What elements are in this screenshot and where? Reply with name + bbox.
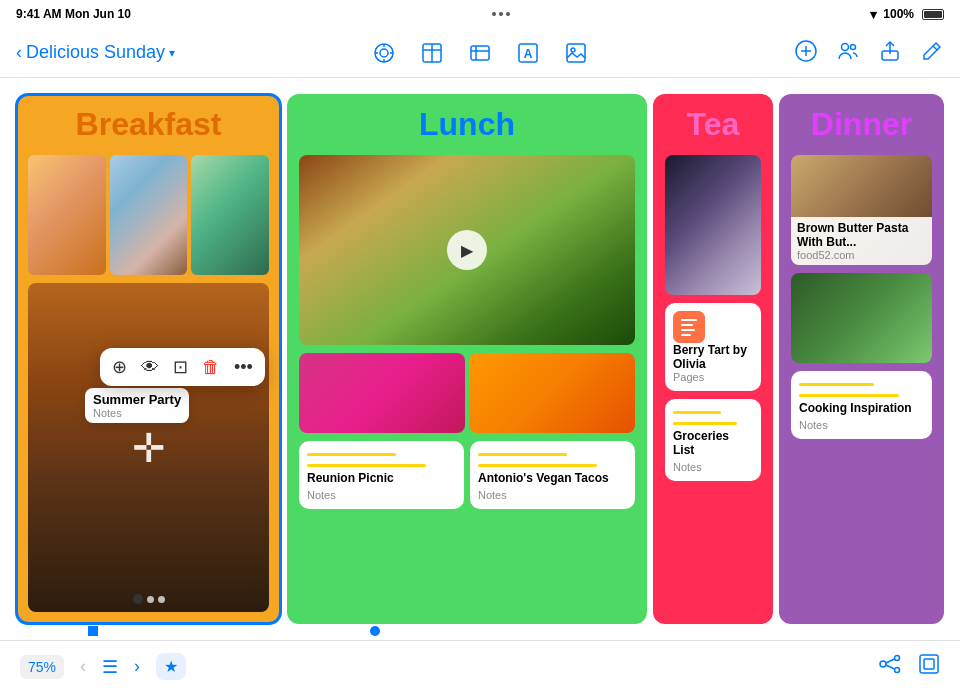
- grapes-image: [191, 155, 269, 275]
- bottom-left-controls: 75% ‹ ☰ › ★: [20, 652, 186, 681]
- ctx-copy-icon[interactable]: ⊡: [173, 356, 188, 378]
- ctx-more-icon[interactable]: •••: [234, 357, 253, 378]
- cooking-inspiration-card[interactable]: Cooking Inspiration Notes: [791, 371, 932, 439]
- tea-header: Tea: [665, 106, 761, 143]
- lunch-cards-row: Reunion Picnic Notes Antonio's Vegan Tac…: [299, 441, 635, 509]
- video-play-button[interactable]: ▶: [447, 230, 487, 270]
- zoom-level[interactable]: 75%: [20, 655, 64, 679]
- svg-point-1: [380, 49, 388, 57]
- svg-line-22: [933, 46, 937, 50]
- breakfast-images-row: [28, 155, 269, 275]
- pages-icon: [673, 311, 705, 343]
- tea-main-image: [665, 155, 761, 295]
- nav-next-button[interactable]: ›: [130, 652, 144, 681]
- salad-image: [791, 273, 932, 363]
- wifi-icon: ▾: [870, 7, 877, 22]
- list-view-button[interactable]: ☰: [102, 656, 118, 678]
- svg-line-32: [886, 665, 895, 669]
- svg-point-28: [880, 661, 886, 667]
- image-button[interactable]: [562, 39, 590, 67]
- collaborate-button[interactable]: [836, 39, 860, 67]
- lunch-header: Lunch: [299, 106, 635, 143]
- svg-rect-9: [471, 46, 489, 60]
- tea-column[interactable]: Tea Berry Tart by Olivia Pages: [653, 94, 773, 624]
- battery-percent: 100%: [883, 7, 914, 21]
- reunion-picnic-card[interactable]: Reunion Picnic Notes: [299, 441, 464, 509]
- share-button[interactable]: [878, 39, 902, 67]
- status-center-dots: [492, 12, 510, 16]
- layers-button[interactable]: [466, 39, 494, 67]
- status-time: 9:41 AM Mon Jun 10: [16, 7, 131, 21]
- table-button[interactable]: [418, 39, 446, 67]
- lunch-main-image: ▶: [299, 155, 635, 345]
- svg-text:A: A: [524, 47, 533, 61]
- svg-point-30: [895, 668, 900, 673]
- canvas-area: Breakfast ✛ Lunch: [0, 78, 960, 640]
- svg-rect-27: [681, 334, 691, 336]
- status-bar: 9:41 AM Mon Jun 10 ▾ 100%: [0, 0, 960, 28]
- nav-prev-button[interactable]: ‹: [76, 652, 90, 681]
- ctx-add-icon[interactable]: ⊕: [112, 356, 127, 378]
- annotate-button[interactable]: [370, 39, 398, 67]
- context-menu[interactable]: ⊕ 👁 ⊡ 🗑 •••: [100, 348, 265, 386]
- breakfast-header: Breakfast: [28, 106, 269, 143]
- toolbar-left: ‹ Delicious Sunday ▾: [16, 42, 248, 63]
- scroll-indicator: [133, 594, 165, 604]
- bottom-right-controls: [878, 653, 940, 680]
- dinner-header: Dinner: [791, 106, 932, 143]
- move-icon: ✛: [132, 425, 166, 471]
- selection-dot-bottom-left: [88, 626, 98, 636]
- svg-point-20: [851, 44, 856, 49]
- pink-drink-image: [299, 353, 465, 433]
- text-button[interactable]: A: [514, 39, 542, 67]
- orange-fruit-image: [469, 353, 635, 433]
- svg-rect-14: [567, 44, 585, 62]
- star-button[interactable]: ★: [156, 653, 186, 680]
- document-title[interactable]: Delicious Sunday ▾: [26, 42, 175, 63]
- toolbar-center: A: [248, 39, 712, 67]
- toolbar: ‹ Delicious Sunday ▾: [0, 28, 960, 78]
- svg-rect-34: [924, 659, 934, 669]
- olives-image: [110, 155, 188, 275]
- svg-line-31: [886, 659, 895, 663]
- network-share-icon[interactable]: [878, 654, 902, 679]
- edit-button[interactable]: [920, 39, 944, 67]
- back-button[interactable]: ‹: [16, 42, 22, 63]
- svg-rect-25: [681, 324, 693, 326]
- summer-party-label[interactable]: Summer Party Notes: [85, 388, 189, 423]
- ctx-delete-icon[interactable]: 🗑: [202, 357, 220, 378]
- groceries-list-card[interactable]: Groceries List Notes: [665, 399, 761, 481]
- berry-tart-card[interactable]: Berry Tart by Olivia Pages: [665, 303, 761, 391]
- ctx-preview-icon[interactable]: 👁: [141, 357, 159, 378]
- add-button[interactable]: [794, 39, 818, 67]
- selection-dot-bottom-right: [370, 626, 380, 636]
- antonios-tacos-card[interactable]: Antonio's Vegan Tacos Notes: [470, 441, 635, 509]
- svg-rect-24: [681, 319, 697, 321]
- dinner-column[interactable]: Dinner Brown Butter Pasta With But... fo…: [779, 94, 944, 624]
- title-chevron-icon: ▾: [169, 46, 175, 60]
- melon-image: [28, 155, 106, 275]
- status-right: ▾ 100%: [870, 7, 944, 22]
- svg-rect-26: [681, 329, 695, 331]
- svg-rect-23: [673, 311, 705, 343]
- lunch-column[interactable]: Lunch ▶ Reunion Picnic Notes: [287, 94, 647, 624]
- bottom-bar: 75% ‹ ☰ › ★: [0, 640, 960, 692]
- svg-point-19: [842, 43, 849, 50]
- svg-rect-33: [920, 655, 938, 673]
- pancakes-image: ✛: [28, 283, 269, 612]
- pasta-image-card: Brown Butter Pasta With But... food52.co…: [791, 155, 932, 265]
- fullscreen-icon[interactable]: [918, 653, 940, 680]
- svg-point-29: [895, 656, 900, 661]
- pasta-image-label: Brown Butter Pasta With But... food52.co…: [791, 217, 932, 265]
- toolbar-right: [712, 39, 944, 67]
- lunch-small-images: [299, 353, 635, 433]
- battery-icon: [922, 9, 944, 20]
- svg-point-15: [571, 48, 575, 52]
